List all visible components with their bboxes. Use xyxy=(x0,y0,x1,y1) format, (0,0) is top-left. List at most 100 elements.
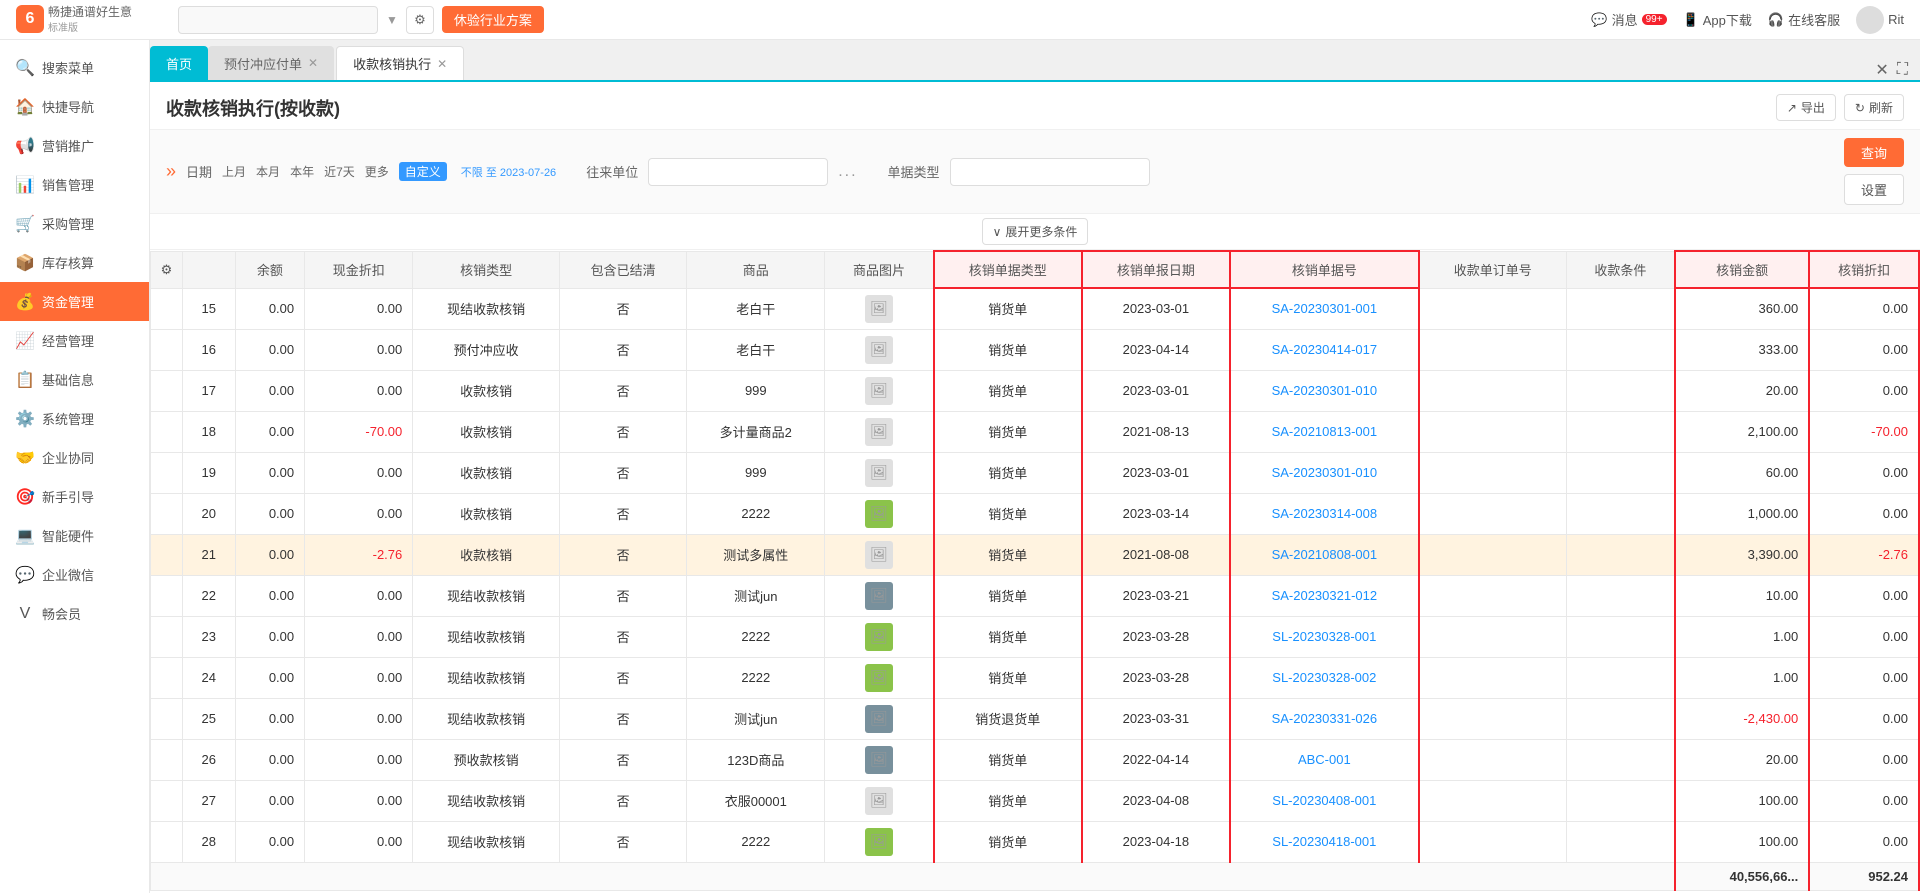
sidebar-item-quick-nav[interactable]: 🏠快捷导航 xyxy=(0,87,149,126)
bill-type-select[interactable] xyxy=(950,158,1150,186)
logo-badge: 标准版 xyxy=(48,19,132,34)
close-window-icon[interactable]: ✕ xyxy=(1875,60,1888,80)
cell-verify-bill-type-13: 销货单 xyxy=(934,821,1082,862)
cell-verify-bill-no-12[interactable]: SL-20230408-001 xyxy=(1230,780,1419,821)
settings-button[interactable]: 设置 xyxy=(1844,174,1904,205)
this-month-link[interactable]: 本月 xyxy=(256,163,280,180)
cell-verify-bill-no-8[interactable]: SL-20230328-001 xyxy=(1230,616,1419,657)
sidebar-label-guide: 新手引导 xyxy=(42,487,94,506)
sidebar-item-guide[interactable]: 🎯新手引导 xyxy=(0,477,149,516)
sidebar-item-finance[interactable]: 💰资金管理 xyxy=(0,282,149,321)
cell-verify-bill-date-11: 2022-04-14 xyxy=(1082,739,1230,780)
cell-gear-12 xyxy=(151,780,183,821)
cell-rownum-10: 25 xyxy=(183,698,236,739)
maximize-icon[interactable]: ⛶ xyxy=(1897,61,1908,79)
cell-verify-amount-0: 360.00 xyxy=(1675,288,1809,329)
table-header-row: ⚙ 余额 现金折扣 核销类型 包含已结清 商品 商品图片 核销单据类型 核销单报… xyxy=(151,251,1920,288)
tab-bar-right: ✕ ⛶ xyxy=(1863,60,1920,80)
gear-button[interactable]: ⚙ xyxy=(406,6,434,34)
cell-rownum-3: 18 xyxy=(183,411,236,452)
cell-goods-img-9: 🖼 xyxy=(825,657,934,698)
message-label: 消息 xyxy=(1612,10,1638,29)
sidebar-label-finance: 资金管理 xyxy=(42,292,94,311)
last7-link[interactable]: 近7天 xyxy=(324,163,355,180)
sidebar-item-purchase[interactable]: 🛒采购管理 xyxy=(0,204,149,243)
more-link[interactable]: 更多 xyxy=(365,163,389,180)
cell-verify-bill-date-0: 2023-03-01 xyxy=(1082,288,1230,329)
online-service-item[interactable]: 🎧 在线客服 xyxy=(1768,10,1840,29)
tab-collect-verify-close[interactable]: ✕ xyxy=(437,57,447,71)
cell-collect-order-no-12 xyxy=(1419,780,1566,821)
cell-collect-terms-5 xyxy=(1566,493,1675,534)
cell-verify-bill-no-1[interactable]: SA-20230414-017 xyxy=(1230,329,1419,370)
last-month-link[interactable]: 上月 xyxy=(222,163,246,180)
this-year-link[interactable]: 本年 xyxy=(290,163,314,180)
cell-verify-amount-6: 3,390.00 xyxy=(1675,534,1809,575)
cell-collect-terms-13 xyxy=(1566,821,1675,862)
cell-cash-discount-11: 0.00 xyxy=(305,739,413,780)
cell-verify-bill-type-6: 销货单 xyxy=(934,534,1082,575)
cell-cash-discount-8: 0.00 xyxy=(305,616,413,657)
search-dropdown-arrow[interactable]: ▼ xyxy=(386,13,398,27)
sidebar-item-inventory[interactable]: 📦库存核算 xyxy=(0,243,149,282)
sidebar-item-operation[interactable]: 📈经营管理 xyxy=(0,321,149,360)
sidebar-item-member[interactable]: V畅会员 xyxy=(0,594,149,633)
cell-verify-bill-no-5[interactable]: SA-20230314-008 xyxy=(1230,493,1419,534)
cell-rownum-12: 27 xyxy=(183,780,236,821)
sidebar-item-marketing[interactable]: 📢营销推广 xyxy=(0,126,149,165)
collapse-arrow-btn[interactable]: » xyxy=(166,161,176,182)
sidebar-item-smart-hw[interactable]: 💻智能硬件 xyxy=(0,516,149,555)
cell-goods-12: 衣服00001 xyxy=(687,780,825,821)
cell-collect-order-no-0 xyxy=(1419,288,1566,329)
message-item[interactable]: 💬 消息 99+ xyxy=(1591,10,1666,29)
tab-collect-verify-label: 收款核销执行 xyxy=(353,54,431,73)
expand-conditions-button[interactable]: ∨ 展开更多条件 xyxy=(982,218,1089,245)
cell-collect-order-no-11 xyxy=(1419,739,1566,780)
sidebar-item-system[interactable]: ⚙️系统管理 xyxy=(0,399,149,438)
col-header-verify-bill-no: 核销单据号 xyxy=(1230,251,1419,288)
sidebar-item-wechat[interactable]: 💬企业微信 xyxy=(0,555,149,594)
table-row: 19 0.00 0.00 收款核销 否 999 🖼 销货单 2023-03-01… xyxy=(151,452,1920,493)
query-button[interactable]: 查询 xyxy=(1844,138,1904,167)
cell-verify-bill-no-11[interactable]: ABC-001 xyxy=(1230,739,1419,780)
custom-button[interactable]: 自定义 xyxy=(399,162,447,181)
user-area[interactable]: Rit xyxy=(1856,6,1904,34)
tab-prepay[interactable]: 预付冲应付单 ✕ xyxy=(208,46,334,80)
cell-verify-bill-type-11: 销货单 xyxy=(934,739,1082,780)
sidebar-item-search-menu[interactable]: 🔍搜索菜单 xyxy=(0,48,149,87)
cell-collect-order-no-6 xyxy=(1419,534,1566,575)
sidebar-label-system: 系统管理 xyxy=(42,409,94,428)
col-header-collect-terms: 收款条件 xyxy=(1566,251,1675,288)
footer-verify-amount: 40,556,66... xyxy=(1675,862,1809,890)
from-unit-input[interactable] xyxy=(648,158,828,186)
cell-verify-bill-no-6[interactable]: SA-20210808-001 xyxy=(1230,534,1419,575)
col-header-verify-bill-type: 核销单据类型 xyxy=(934,251,1082,288)
cell-verify-bill-no-9[interactable]: SL-20230328-002 xyxy=(1230,657,1419,698)
cell-rownum-1: 16 xyxy=(183,329,236,370)
cell-verify-bill-date-1: 2023-04-14 xyxy=(1082,329,1230,370)
app-download-item[interactable]: 📱 App下载 xyxy=(1683,10,1752,29)
sidebar-item-basic-info[interactable]: 📋基础信息 xyxy=(0,360,149,399)
cell-verify-bill-no-2[interactable]: SA-20230301-010 xyxy=(1230,370,1419,411)
cell-verify-bill-no-10[interactable]: SA-20230331-026 xyxy=(1230,698,1419,739)
sidebar-item-collab[interactable]: 🤝企业协同 xyxy=(0,438,149,477)
cell-verify-type-7: 现结收款核销 xyxy=(413,575,560,616)
cell-verify-bill-no-13[interactable]: SL-20230418-001 xyxy=(1230,821,1419,862)
sidebar-item-sales[interactable]: 📊销售管理 xyxy=(0,165,149,204)
search-input[interactable] xyxy=(178,6,378,34)
export-button[interactable]: ↗ 导出 xyxy=(1776,94,1836,121)
industry-button[interactable]: 休验行业方案 xyxy=(442,6,544,33)
tab-home[interactable]: 首页 xyxy=(150,46,208,80)
cell-verify-bill-no-0[interactable]: SA-20230301-001 xyxy=(1230,288,1419,329)
col-header-gear[interactable]: ⚙ xyxy=(151,251,183,288)
cell-included-2: 否 xyxy=(559,370,686,411)
cell-verify-bill-no-7[interactable]: SA-20230321-012 xyxy=(1230,575,1419,616)
cell-rownum-8: 23 xyxy=(183,616,236,657)
quick-nav-icon: 🏠 xyxy=(16,98,34,116)
tab-prepay-close[interactable]: ✕ xyxy=(308,56,318,70)
cell-collect-terms-10 xyxy=(1566,698,1675,739)
tab-collect-verify[interactable]: 收款核销执行 ✕ xyxy=(336,46,464,80)
cell-verify-bill-no-3[interactable]: SA-20210813-001 xyxy=(1230,411,1419,452)
refresh-button[interactable]: ↻ 刷新 xyxy=(1844,94,1904,121)
cell-verify-bill-no-4[interactable]: SA-20230301-010 xyxy=(1230,452,1419,493)
